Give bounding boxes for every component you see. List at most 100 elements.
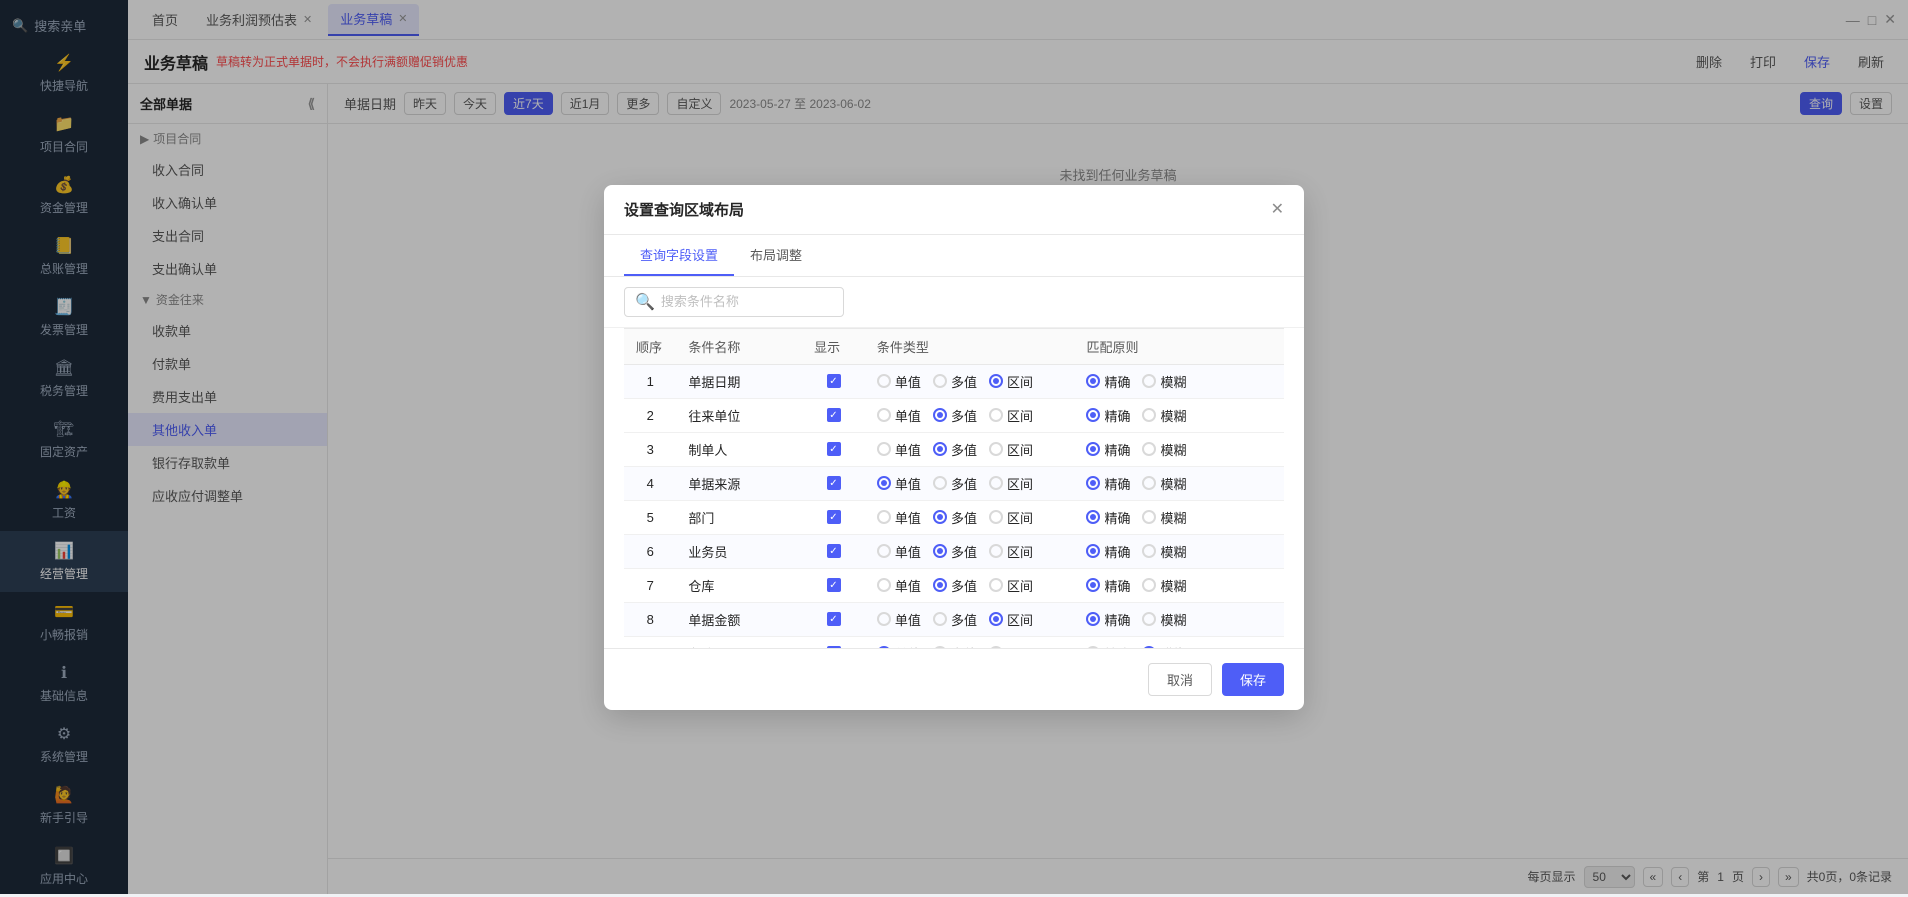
checkbox-checked[interactable]: ✓ (827, 476, 841, 490)
radio-match-精确[interactable]: 精确 (1086, 610, 1130, 629)
radio-circle (877, 476, 891, 490)
modal-cancel-btn[interactable]: 取消 (1148, 663, 1212, 696)
radio-match-精确[interactable]: 精确 (1086, 644, 1130, 648)
radio-type-多值[interactable]: 多值 (933, 542, 977, 561)
radio-circle (877, 544, 891, 558)
radio-match-模糊[interactable]: 模糊 (1142, 474, 1186, 493)
radio-match-模糊[interactable]: 模糊 (1142, 576, 1186, 595)
radio-type-单值[interactable]: 单值 (877, 372, 921, 391)
modal-search-box[interactable]: 🔍 (624, 287, 844, 317)
radio-type-多值[interactable]: 多值 (933, 372, 977, 391)
radio-match-精确[interactable]: 精确 (1086, 576, 1130, 595)
cell-show[interactable]: ✓ (802, 432, 865, 466)
radio-match-精确[interactable]: 精确 (1086, 508, 1130, 527)
radio-type-单值[interactable]: 单值 (877, 610, 921, 629)
checkbox-checked[interactable]: ✓ (827, 510, 841, 524)
radio-type-多值[interactable]: 多值 (933, 644, 977, 648)
cell-show[interactable]: ✓ (802, 466, 865, 500)
radio-type-多值[interactable]: 多值 (933, 508, 977, 527)
cell-show[interactable]: ✓ (802, 636, 865, 648)
cell-order: 4 (624, 466, 676, 500)
settings-modal: 设置查询区域布局 ✕ 查询字段设置 布局调整 🔍 顺序 (604, 185, 1304, 710)
radio-type-区间[interactable]: 区间 (989, 406, 1033, 425)
radio-type-区间[interactable]: 区间 (989, 372, 1033, 391)
radio-match-模糊[interactable]: 模糊 (1142, 610, 1186, 629)
radio-type-多值[interactable]: 多值 (933, 576, 977, 595)
cell-order: 2 (624, 398, 676, 432)
checkbox-checked[interactable]: ✓ (827, 374, 841, 388)
radio-type-单值[interactable]: 单值 (877, 576, 921, 595)
cell-show[interactable]: ✓ (802, 364, 865, 398)
cell-show[interactable]: ✓ (802, 602, 865, 636)
table-row: 9备注✓单值多值区间精确模糊 (624, 636, 1284, 648)
radio-circle (933, 510, 947, 524)
radio-circle (1086, 442, 1100, 456)
cell-order: 6 (624, 534, 676, 568)
checkbox-checked[interactable]: ✓ (827, 578, 841, 592)
radio-circle (1086, 408, 1100, 422)
radio-type-多值[interactable]: 多值 (933, 474, 977, 493)
radio-type-单值[interactable]: 单值 (877, 474, 921, 493)
cell-type: 单值多值区间 (865, 432, 1075, 466)
radio-match-模糊[interactable]: 模糊 (1142, 406, 1186, 425)
radio-match-精确[interactable]: 精确 (1086, 406, 1130, 425)
modal-search-input[interactable] (661, 294, 833, 309)
radio-circle (877, 408, 891, 422)
radio-type-区间[interactable]: 区间 (989, 644, 1033, 648)
checkbox-checked[interactable]: ✓ (827, 544, 841, 558)
radio-type-区间[interactable]: 区间 (989, 576, 1033, 595)
radio-type-多值[interactable]: 多值 (933, 440, 977, 459)
cell-match: 精确模糊 (1074, 398, 1284, 432)
radio-match-模糊[interactable]: 模糊 (1142, 440, 1186, 459)
radio-circle (877, 612, 891, 626)
radio-match-模糊[interactable]: 模糊 (1142, 644, 1186, 648)
modal-tab-layout-label: 布局调整 (750, 248, 802, 263)
th-type: 条件类型 (865, 328, 1075, 364)
radio-type-单值[interactable]: 单值 (877, 542, 921, 561)
radio-type-区间[interactable]: 区间 (989, 474, 1033, 493)
cell-type: 单值多值区间 (865, 398, 1075, 432)
cell-show[interactable]: ✓ (802, 500, 865, 534)
cell-show[interactable]: ✓ (802, 398, 865, 432)
cell-name: 制单人 (676, 432, 802, 466)
radio-type-区间[interactable]: 区间 (989, 508, 1033, 527)
radio-circle (989, 612, 1003, 626)
modal-tab-layout[interactable]: 布局调整 (734, 235, 818, 276)
radio-match-精确[interactable]: 精确 (1086, 542, 1130, 561)
cell-name: 单据金额 (676, 602, 802, 636)
radio-type-单值[interactable]: 单值 (877, 440, 921, 459)
cell-order: 3 (624, 432, 676, 466)
radio-match-精确[interactable]: 精确 (1086, 372, 1130, 391)
modal-close-btn[interactable]: ✕ (1271, 199, 1284, 219)
radio-match-精确[interactable]: 精确 (1086, 440, 1130, 459)
cell-type: 单值多值区间 (865, 534, 1075, 568)
radio-type-区间[interactable]: 区间 (989, 440, 1033, 459)
th-name: 条件名称 (676, 328, 802, 364)
radio-match-模糊[interactable]: 模糊 (1142, 372, 1186, 391)
radio-circle (989, 442, 1003, 456)
radio-type-单值[interactable]: 单值 (877, 508, 921, 527)
radio-type-单值[interactable]: 单值 (877, 406, 921, 425)
radio-type-多值[interactable]: 多值 (933, 406, 977, 425)
radio-type-区间[interactable]: 区间 (989, 610, 1033, 629)
modal-tab-field-label: 查询字段设置 (640, 248, 718, 263)
modal-save-btn[interactable]: 保存 (1222, 663, 1284, 696)
radio-circle (1086, 510, 1100, 524)
radio-circle (1142, 374, 1156, 388)
cell-show[interactable]: ✓ (802, 568, 865, 602)
radio-type-多值[interactable]: 多值 (933, 610, 977, 629)
checkbox-checked[interactable]: ✓ (827, 612, 841, 626)
radio-type-单值[interactable]: 单值 (877, 644, 921, 648)
radio-match-模糊[interactable]: 模糊 (1142, 542, 1186, 561)
radio-match-精确[interactable]: 精确 (1086, 474, 1130, 493)
modal-tab-field-settings[interactable]: 查询字段设置 (624, 235, 734, 276)
cell-show[interactable]: ✓ (802, 534, 865, 568)
checkbox-checked[interactable]: ✓ (827, 408, 841, 422)
cell-type: 单值多值区间 (865, 602, 1075, 636)
radio-circle (1142, 612, 1156, 626)
radio-type-区间[interactable]: 区间 (989, 542, 1033, 561)
cell-type: 单值多值区间 (865, 500, 1075, 534)
checkbox-checked[interactable]: ✓ (827, 442, 841, 456)
radio-match-模糊[interactable]: 模糊 (1142, 508, 1186, 527)
modal-search-area: 🔍 (604, 277, 1304, 328)
